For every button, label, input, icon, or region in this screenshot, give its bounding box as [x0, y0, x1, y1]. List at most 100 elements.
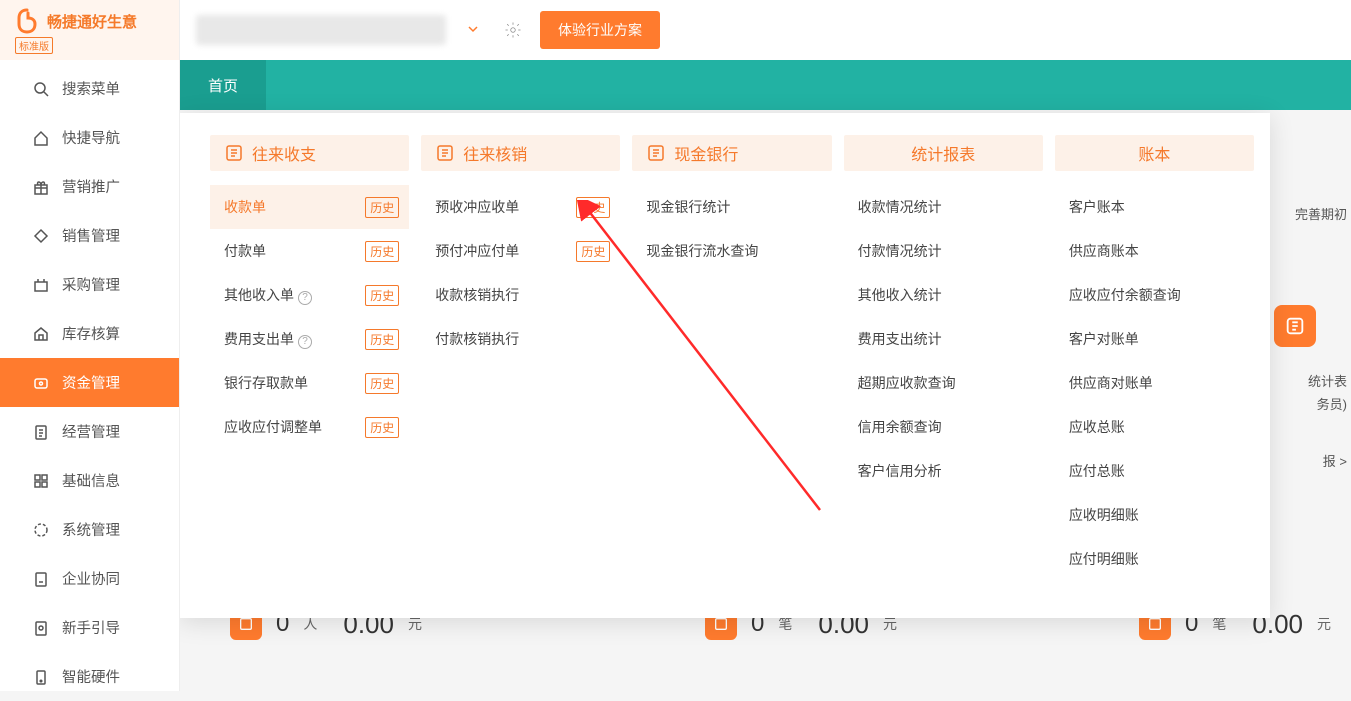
mega-item-label: 客户信用分析: [858, 461, 942, 481]
history-tag[interactable]: 历史: [365, 285, 399, 306]
mega-menu-item[interactable]: 信用余额查询: [844, 405, 1043, 449]
sidebar-item-search[interactable]: 搜索菜单: [0, 64, 179, 113]
mega-menu-item[interactable]: 应付明细账: [1055, 537, 1254, 581]
sidebar-item-wallet[interactable]: 资金管理: [0, 358, 179, 407]
mega-menu-item[interactable]: 预付冲应付单历史: [421, 229, 620, 273]
sidebar-item-label: 企业协同: [62, 568, 120, 589]
mega-item-label: 应付总账: [1069, 461, 1125, 481]
mega-section-header: 账本: [1055, 135, 1254, 171]
logo-area: 畅捷通好生意 标准版: [0, 0, 179, 60]
sidebar-item-label: 资金管理: [62, 372, 120, 393]
mega-section-title: 现金银行: [674, 141, 738, 165]
mega-menu-item[interactable]: 银行存取款单历史: [210, 361, 409, 405]
history-tag[interactable]: 历史: [365, 373, 399, 394]
home-icon: [32, 129, 50, 147]
mega-menu-item[interactable]: 应付总账: [1055, 449, 1254, 493]
house-icon: [32, 325, 50, 343]
help-icon[interactable]: ?: [298, 291, 312, 305]
mega-menu-item[interactable]: 客户账本: [1055, 185, 1254, 229]
mega-section-header: 往来核销: [421, 135, 620, 171]
history-tag[interactable]: 历史: [365, 417, 399, 438]
mega-menu-item[interactable]: 应收总账: [1055, 405, 1254, 449]
mega-menu-item[interactable]: 供应商账本: [1055, 229, 1254, 273]
mega-menu-item[interactable]: 预收冲应收单 历史: [421, 185, 620, 229]
sidebar-item-label: 采购管理: [62, 274, 120, 295]
mega-menu-item[interactable]: 收款情况统计: [844, 185, 1043, 229]
diamond-icon: [32, 227, 50, 245]
sidebar-item-team[interactable]: 企业协同: [0, 554, 179, 603]
history-tag[interactable]: 历史: [365, 241, 399, 262]
mega-menu-item[interactable]: 费用支出统计: [844, 317, 1043, 361]
mega-item-label: 付款情况统计: [858, 241, 942, 261]
history-tag[interactable]: 历史: [576, 241, 610, 262]
sidebar-item-house[interactable]: 库存核算: [0, 309, 179, 358]
stat-currency: 元: [1317, 614, 1331, 634]
section-icon: [646, 143, 666, 163]
mega-column: 账本客户账本供应商账本应收应付余额查询客户对账单供应商对账单应收总账应付总账应收…: [1055, 135, 1254, 598]
mega-menu-item[interactable]: 费用支出单?历史: [210, 317, 409, 361]
sidebar-item-diamond[interactable]: 销售管理: [0, 211, 179, 260]
sidebar-item-ring[interactable]: 系统管理: [0, 505, 179, 554]
mega-menu-item[interactable]: 应收应付余额查询: [1055, 273, 1254, 317]
sidebar-item-gift[interactable]: 营销推广: [0, 162, 179, 211]
floating-badge-icon[interactable]: [1274, 305, 1316, 347]
sidebar-item-cart[interactable]: 采购管理: [0, 260, 179, 309]
experience-plan-button[interactable]: 体验行业方案: [540, 11, 660, 49]
mega-item-label: 应收总账: [1069, 417, 1125, 437]
history-tag[interactable]: 历史: [576, 197, 610, 218]
team-icon: [32, 570, 50, 588]
settings-gear-icon[interactable]: [500, 17, 526, 43]
mega-menu-item[interactable]: 客户信用分析: [844, 449, 1043, 493]
history-tag[interactable]: 历史: [365, 329, 399, 350]
ring-icon: [32, 521, 50, 539]
mega-section-title: 往来收支: [252, 141, 316, 165]
history-tag[interactable]: 历史: [365, 197, 399, 218]
sidebar: 畅捷通好生意 标准版 搜索菜单快捷导航营销推广销售管理采购管理库存核算资金管理经…: [0, 0, 180, 691]
mega-item-label: 应付明细账: [1069, 549, 1139, 569]
sidebar-item-device[interactable]: 智能硬件: [0, 652, 179, 701]
sidebar-item-label: 新手引导: [62, 617, 120, 638]
mega-item-label: 应收应付余额查询: [1069, 285, 1181, 305]
mega-menu-item[interactable]: 收款核销执行: [421, 273, 620, 317]
section-icon: [224, 143, 244, 163]
topbar: 体验行业方案: [180, 0, 1351, 60]
mega-menu-item[interactable]: 其他收入统计: [844, 273, 1043, 317]
org-name-redacted: [196, 15, 446, 45]
search-icon: [32, 80, 50, 98]
mega-menu-item[interactable]: 超期应收款查询: [844, 361, 1043, 405]
mega-item-label: 预收冲应收单: [435, 197, 519, 217]
brand-name: 畅捷通好生意: [47, 11, 137, 32]
mega-menu-item[interactable]: 供应商对账单: [1055, 361, 1254, 405]
mega-section-title: 往来核销: [463, 141, 527, 165]
mega-item-label: 应收应付调整单: [224, 417, 322, 437]
tabbar: 首页: [180, 60, 1351, 110]
mega-menu-item[interactable]: 现金银行流水查询: [632, 229, 831, 273]
wallet-icon: [32, 374, 50, 392]
mega-menu-item[interactable]: 付款核销执行: [421, 317, 620, 361]
mega-column: 统计报表收款情况统计付款情况统计其他收入统计费用支出统计超期应收款查询信用余额查…: [844, 135, 1043, 598]
sidebar-item-guide[interactable]: 新手引导: [0, 603, 179, 652]
mega-menu-item[interactable]: 现金银行统计: [632, 185, 831, 229]
mega-item-label: 客户对账单: [1069, 329, 1139, 349]
mega-item-label: 费用支出统计: [858, 329, 942, 349]
mega-menu-item[interactable]: 客户对账单: [1055, 317, 1254, 361]
mega-menu-item[interactable]: 应收应付调整单 历史: [210, 405, 409, 449]
mega-menu-item[interactable]: 应收明细账: [1055, 493, 1254, 537]
mega-menu-item[interactable]: 收款单历史: [210, 185, 409, 229]
mega-item-label: 现金银行统计: [646, 197, 730, 217]
sidebar-item-grid[interactable]: 基础信息: [0, 456, 179, 505]
edition-tag: 标准版: [15, 37, 53, 54]
sidebar-item-clipboard[interactable]: 经营管理: [0, 407, 179, 456]
mega-menu-item[interactable]: 付款情况统计: [844, 229, 1043, 273]
mega-column: 往来收支收款单历史付款单历史其他收入单?历史费用支出单?历史银行存取款单历史应收…: [210, 135, 409, 598]
help-icon[interactable]: ?: [298, 335, 312, 349]
clipboard-icon: [32, 423, 50, 441]
sidebar-item-home[interactable]: 快捷导航: [0, 113, 179, 162]
hint-text: 完善期初: [1291, 200, 1351, 227]
org-dropdown-chevron-icon[interactable]: [460, 22, 486, 39]
mega-item-label: 供应商账本: [1069, 241, 1139, 261]
mega-item-label: 收款情况统计: [858, 197, 942, 217]
mega-menu-item[interactable]: 付款单历史: [210, 229, 409, 273]
tab-home[interactable]: 首页: [180, 60, 266, 110]
mega-menu-item[interactable]: 其他收入单?历史: [210, 273, 409, 317]
